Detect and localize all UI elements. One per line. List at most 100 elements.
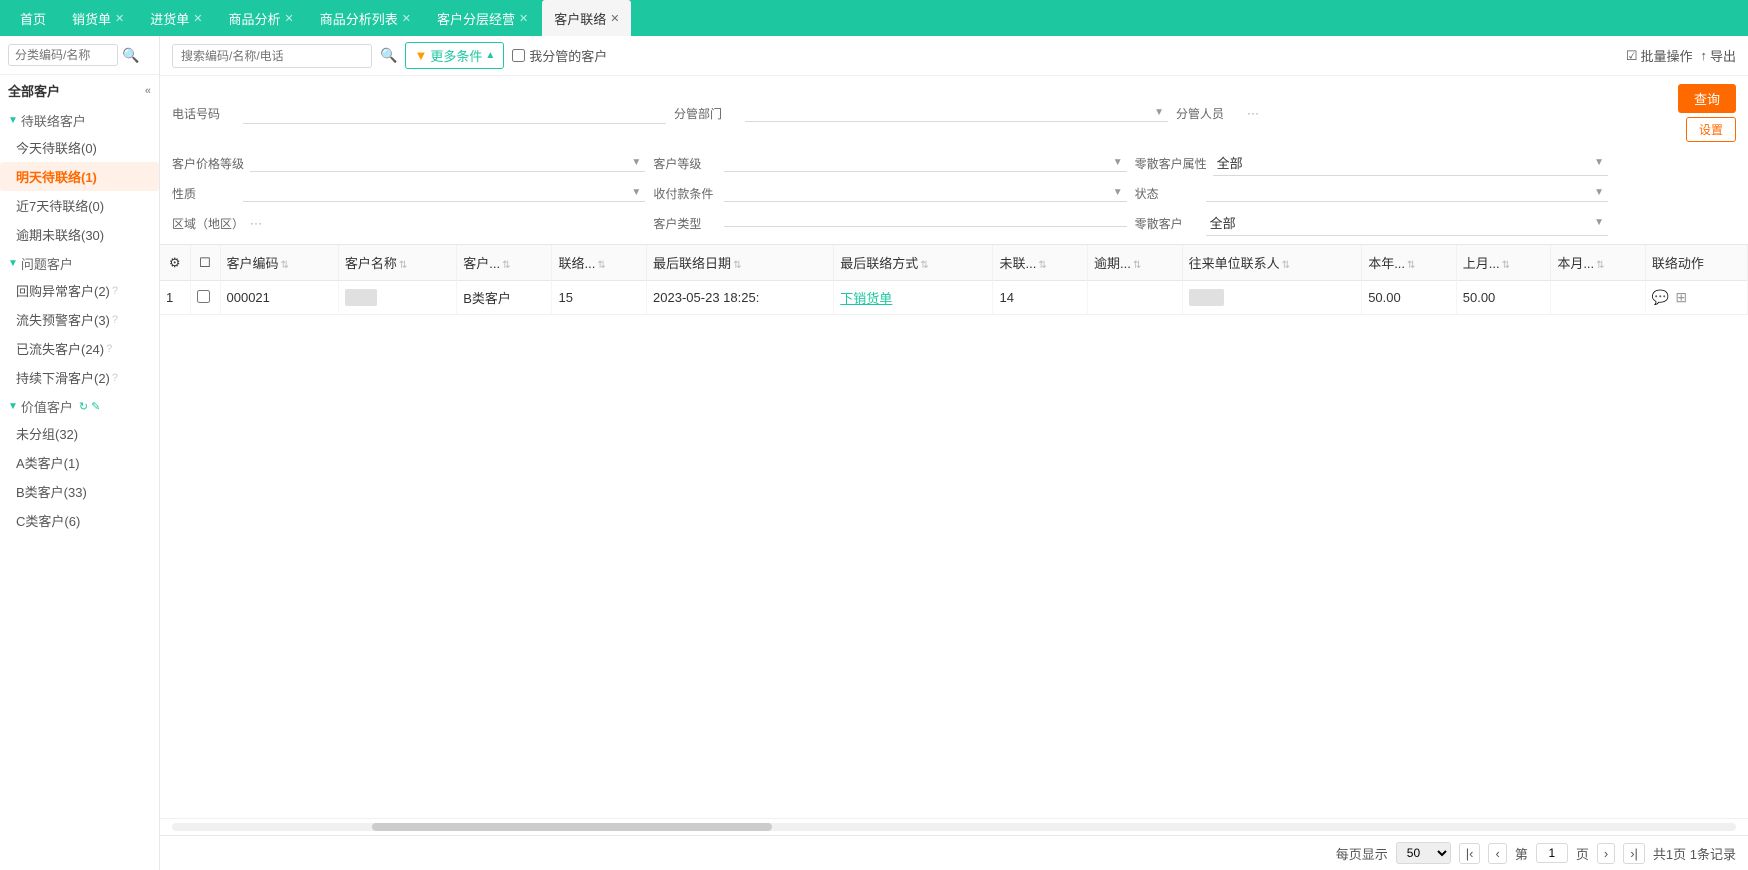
nav-analysis-list[interactable]: 商品分析列表 ✕ bbox=[308, 0, 423, 36]
nav-sales-label: 销货单 bbox=[72, 9, 111, 28]
row-checkbox[interactable] bbox=[190, 281, 220, 315]
nav-purchase[interactable]: 进货单 ✕ bbox=[138, 0, 214, 36]
sidebar-search-input[interactable] bbox=[8, 44, 118, 66]
close-customer-tier-icon[interactable]: ✕ bbox=[519, 12, 528, 25]
customer-level-field: 客户等级 ▼ bbox=[653, 154, 1126, 172]
nav-customer-contact[interactable]: 客户联络 ✕ bbox=[542, 0, 631, 36]
col-name[interactable]: 客户名称⇅ bbox=[338, 245, 456, 281]
query-button[interactable]: 查询 bbox=[1678, 84, 1736, 113]
scatter-attr-select[interactable]: 全部 ▼ bbox=[1213, 150, 1608, 176]
sidebar-item-repurchase-abnormal[interactable]: 回购异常客户(2) ? bbox=[0, 276, 159, 305]
chat-action-icon[interactable]: 💬 bbox=[1652, 289, 1669, 306]
dept-select[interactable]: ▼ bbox=[745, 104, 1168, 122]
col-company-contact[interactable]: 往来单位联系人⇅ bbox=[1182, 245, 1362, 281]
dept-chevron-icon: ▼ bbox=[1154, 107, 1164, 118]
value-refresh-icon[interactable]: ↻ bbox=[79, 400, 88, 413]
value-edit-icon[interactable]: ✎ bbox=[91, 400, 100, 413]
export-label: 导出 bbox=[1710, 46, 1736, 65]
qr-action-icon[interactable]: ⊞ bbox=[1675, 289, 1687, 306]
sidebar-item-class-a[interactable]: A类客户(1) bbox=[0, 448, 159, 477]
collapse-sidebar-icon[interactable]: « bbox=[145, 85, 151, 97]
row-check-input[interactable] bbox=[197, 290, 210, 303]
help-churn-warning-icon[interactable]: ? bbox=[112, 314, 118, 326]
my-customers-checkbox[interactable] bbox=[512, 49, 525, 62]
sidebar-item-declining[interactable]: 持续下滑客户(2) ? bbox=[0, 363, 159, 392]
export-button[interactable]: ↑ 导出 bbox=[1700, 46, 1736, 65]
col-overdue[interactable]: 逾期...⇅ bbox=[1088, 245, 1183, 281]
last-page-button[interactable]: ›| bbox=[1623, 843, 1645, 864]
sidebar-item-overdue[interactable]: 逾期未联络(30) bbox=[0, 220, 159, 249]
row-name[interactable]: Ea bbox=[338, 281, 456, 315]
sidebar-item-churned[interactable]: 已流失客户(24) ? bbox=[0, 334, 159, 363]
col-last-contact-date[interactable]: 最后联络日期⇅ bbox=[647, 245, 834, 281]
manager-dots[interactable]: ··· bbox=[1247, 106, 1259, 120]
sidebar-item-class-c[interactable]: C类客户(6) bbox=[0, 506, 159, 535]
scatter-customer-select[interactable]: 全部 ▼ bbox=[1206, 210, 1608, 236]
prev-page-button[interactable]: ‹ bbox=[1488, 843, 1506, 864]
horizontal-scrollbar[interactable] bbox=[172, 823, 1736, 831]
nav-customer-tier[interactable]: 客户分层经营 ✕ bbox=[425, 0, 540, 36]
batch-op-button[interactable]: ☑ 批量操作 bbox=[1626, 46, 1693, 65]
setting-button[interactable]: 设置 bbox=[1686, 117, 1736, 142]
sidebar-item-churn-warning[interactable]: 流失预警客户(3) ? bbox=[0, 305, 159, 334]
help-declining-icon[interactable]: ? bbox=[112, 372, 118, 384]
col-contact-count[interactable]: 联络...⇅ bbox=[552, 245, 647, 281]
last-contact-link[interactable]: 下销货单 bbox=[840, 291, 892, 306]
nav-customer-contact-label: 客户联络 bbox=[554, 9, 606, 28]
close-sales-icon[interactable]: ✕ bbox=[115, 12, 124, 25]
close-purchase-icon[interactable]: ✕ bbox=[193, 12, 202, 25]
payment-terms-select[interactable]: ▼ bbox=[724, 184, 1126, 202]
region-label: 区域（地区） bbox=[172, 215, 244, 232]
col-last-month[interactable]: 上月...⇅ bbox=[1456, 245, 1551, 281]
more-conditions-button[interactable]: ▼ 更多条件 ▲ bbox=[405, 42, 504, 69]
row-overdue bbox=[1088, 281, 1183, 315]
col-this-month[interactable]: 本月...⇅ bbox=[1551, 245, 1646, 281]
sidebar-item-class-b[interactable]: B类客户(33) bbox=[0, 477, 159, 506]
col-checkbox[interactable]: ☐ bbox=[190, 245, 220, 281]
close-analysis-icon[interactable]: ✕ bbox=[285, 12, 294, 25]
row-last-contact-method[interactable]: 下销货单 bbox=[834, 281, 993, 315]
status-select[interactable]: ▼ bbox=[1206, 184, 1608, 202]
customer-type-select[interactable] bbox=[724, 220, 1126, 227]
nav-sales[interactable]: 销货单 ✕ bbox=[60, 0, 136, 36]
sidebar-item-today[interactable]: 今天待联络(0) bbox=[0, 133, 159, 162]
scatter-attr-label: 零散客户属性 bbox=[1135, 155, 1207, 172]
page-input[interactable] bbox=[1536, 843, 1568, 863]
value-customers-group: ▼ 价值客户 ↻ ✎ bbox=[0, 392, 159, 419]
close-customer-contact-icon[interactable]: ✕ bbox=[610, 12, 619, 25]
nav-analysis-list-label: 商品分析列表 bbox=[320, 9, 398, 28]
nature-select[interactable]: ▼ bbox=[243, 184, 645, 202]
help-churned-icon[interactable]: ? bbox=[106, 343, 112, 355]
help-repurchase-icon[interactable]: ? bbox=[112, 285, 118, 297]
col-category[interactable]: 客户...⇅ bbox=[457, 245, 552, 281]
filter-search-input[interactable] bbox=[172, 44, 372, 68]
col-year-amount[interactable]: 本年...⇅ bbox=[1362, 245, 1457, 281]
my-customers-checkbox-label[interactable]: 我分管的客户 bbox=[512, 46, 607, 65]
sidebar-item-ungrouped[interactable]: 未分组(32) bbox=[0, 419, 159, 448]
price-level-select[interactable]: ▼ bbox=[250, 154, 645, 172]
col-code[interactable]: 客户编码⇅ bbox=[220, 245, 338, 281]
sidebar: 🔍 全部客户 « ▼ 待联络客户 今天待联络(0) 明天待联络(1) 近7天待联… bbox=[0, 36, 160, 870]
close-analysis-list-icon[interactable]: ✕ bbox=[402, 12, 411, 25]
nature-chevron-icon: ▼ bbox=[631, 187, 641, 198]
scatter-customer-chevron-icon: ▼ bbox=[1594, 217, 1604, 228]
nav-analysis[interactable]: 商品分析 ✕ bbox=[216, 0, 305, 36]
query-actions: 查询 设置 bbox=[1678, 84, 1736, 142]
next-page-button[interactable]: › bbox=[1597, 843, 1615, 864]
sidebar-search-button[interactable]: 🔍 bbox=[122, 47, 139, 64]
col-settings[interactable]: ⚙ bbox=[160, 245, 190, 281]
region-dots[interactable]: ··· bbox=[250, 216, 262, 230]
filter-search-button[interactable]: 🔍 bbox=[380, 47, 397, 64]
price-level-label: 客户价格等级 bbox=[172, 155, 244, 172]
sidebar-item-tomorrow[interactable]: 明天待联络(1) bbox=[0, 162, 159, 191]
first-page-button[interactable]: |‹ bbox=[1459, 843, 1481, 864]
customer-level-select[interactable]: ▼ bbox=[724, 154, 1126, 172]
all-customers-header[interactable]: 全部客户 « bbox=[0, 75, 159, 106]
scrollbar-thumb[interactable] bbox=[372, 823, 772, 831]
col-last-contact-method[interactable]: 最后联络方式⇅ bbox=[834, 245, 993, 281]
nav-home[interactable]: 首页 bbox=[8, 0, 58, 36]
phone-input[interactable] bbox=[243, 103, 666, 124]
sidebar-item-7days[interactable]: 近7天待联络(0) bbox=[0, 191, 159, 220]
per-page-select[interactable]: 50 100 200 bbox=[1396, 842, 1451, 864]
col-no-contact[interactable]: 未联...⇅ bbox=[993, 245, 1088, 281]
